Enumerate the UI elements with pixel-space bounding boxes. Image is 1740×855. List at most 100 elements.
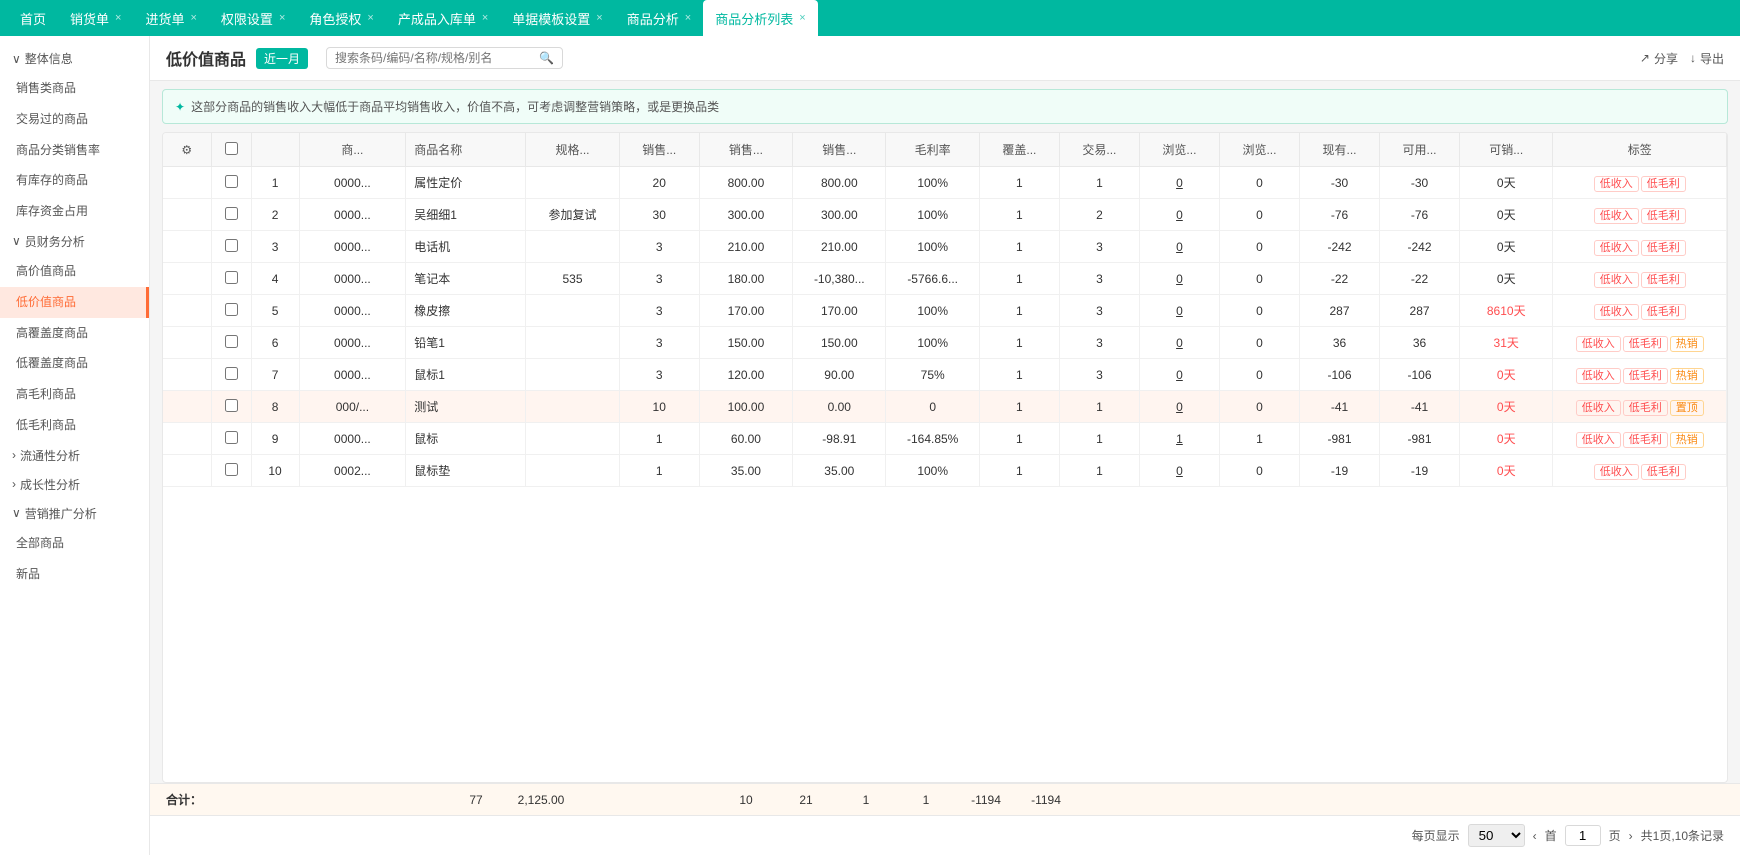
close-icon[interactable]: × [367, 12, 373, 24]
col-cover[interactable]: 覆盖... [979, 133, 1059, 167]
cell-check[interactable] [211, 327, 251, 359]
cell-check[interactable] [211, 455, 251, 487]
sidebar-item-new-goods[interactable]: 新品 [0, 559, 149, 590]
close-icon[interactable]: × [799, 12, 805, 24]
col-name[interactable]: 商品名称 [406, 133, 526, 167]
sidebar-item-high-value[interactable]: 高价值商品 [0, 256, 149, 287]
close-icon[interactable]: × [115, 12, 121, 24]
sidebar-item-low-coverage[interactable]: 低覆盖度商品 [0, 348, 149, 379]
page-input[interactable] [1565, 825, 1601, 846]
row-checkbox[interactable] [225, 399, 238, 412]
cell-browse1[interactable]: 0 [1139, 455, 1219, 487]
cell-browse1[interactable]: 0 [1139, 391, 1219, 423]
nav-role[interactable]: 角色授权 × [297, 0, 385, 36]
col-sale-price[interactable]: 销售... [699, 133, 792, 167]
cell-browse1[interactable]: 0 [1139, 327, 1219, 359]
cell-browse1[interactable]: 0 [1139, 295, 1219, 327]
sidebar-item-all-goods[interactable]: 全部商品 [0, 528, 149, 559]
browse-link[interactable]: 0 [1176, 304, 1183, 318]
nav-sale[interactable]: 销货单 × [58, 0, 133, 36]
col-avail[interactable]: 可用... [1380, 133, 1460, 167]
col-settings[interactable]: ⚙ [163, 133, 211, 167]
sidebar-item-stock-goods[interactable]: 有库存的商品 [0, 165, 149, 196]
nav-product-in[interactable]: 产成品入库单 × [386, 0, 500, 36]
close-icon[interactable]: × [685, 12, 691, 24]
cell-browse1[interactable]: 0 [1139, 199, 1219, 231]
per-page-select[interactable]: 50 100 200 [1468, 824, 1525, 847]
sidebar-item-low-margin[interactable]: 低毛利商品 [0, 410, 149, 441]
col-browse1[interactable]: 浏览... [1139, 133, 1219, 167]
cell-browse1[interactable]: 1 [1139, 423, 1219, 455]
close-icon[interactable]: × [596, 12, 602, 24]
sidebar-item-high-margin[interactable]: 高毛利商品 [0, 379, 149, 410]
sidebar-item-low-value[interactable]: 低价值商品 [0, 287, 149, 318]
nav-template[interactable]: 单据模板设置 × [500, 0, 614, 36]
search-input[interactable] [335, 51, 535, 65]
nav-permission[interactable]: 权限设置 × [209, 0, 297, 36]
row-checkbox[interactable] [225, 207, 238, 220]
share-button[interactable]: ↗ 分享 [1640, 50, 1678, 67]
browse-link[interactable]: 0 [1176, 272, 1183, 286]
cell-check[interactable] [211, 231, 251, 263]
check-all[interactable] [225, 142, 238, 155]
close-icon[interactable]: × [482, 12, 488, 24]
sidebar-item-traded-goods[interactable]: 交易过的商品 [0, 104, 149, 135]
export-button[interactable]: ↓ 导出 [1690, 50, 1724, 67]
browse-link[interactable]: 0 [1176, 208, 1183, 222]
browse-link[interactable]: 0 [1176, 336, 1183, 350]
browse-link[interactable]: 0 [1176, 400, 1183, 414]
cell-check[interactable] [211, 263, 251, 295]
close-icon[interactable]: × [279, 12, 285, 24]
browse-link[interactable]: 0 [1176, 368, 1183, 382]
sidebar-group-finance[interactable]: ∨ 员财务分析 [0, 227, 149, 256]
row-checkbox[interactable] [225, 367, 238, 380]
cell-check[interactable] [211, 199, 251, 231]
col-tag[interactable]: 标签 [1553, 133, 1727, 167]
browse-link[interactable]: 0 [1176, 240, 1183, 254]
col-sale-total[interactable]: 销售... [793, 133, 886, 167]
next-page-btn[interactable]: › [1629, 829, 1633, 843]
col-spec[interactable]: 规格... [526, 133, 619, 167]
col-sell[interactable]: 可销... [1460, 133, 1553, 167]
browse-link[interactable]: 0 [1176, 176, 1183, 190]
sidebar-item-capital[interactable]: 库存资金占用 [0, 196, 149, 227]
sidebar-group-marketing[interactable]: ∨ 营销推广分析 [0, 499, 149, 528]
cell-browse1[interactable]: 0 [1139, 359, 1219, 391]
col-code[interactable]: 商... [299, 133, 406, 167]
col-trade[interactable]: 交易... [1059, 133, 1139, 167]
sidebar-item-category-rate[interactable]: 商品分类销售率 [0, 135, 149, 166]
row-checkbox[interactable] [225, 335, 238, 348]
col-stock[interactable]: 现有... [1299, 133, 1379, 167]
sidebar-item-sales-goods[interactable]: 销售类商品 [0, 73, 149, 104]
cell-browse1[interactable]: 0 [1139, 167, 1219, 199]
sidebar-group-growth[interactable]: › 成长性分析 [0, 470, 149, 499]
nav-product-analysis[interactable]: 商品分析 × [615, 0, 703, 36]
cell-check[interactable] [211, 391, 251, 423]
row-checkbox[interactable] [225, 239, 238, 252]
row-checkbox[interactable] [225, 175, 238, 188]
col-margin[interactable]: 毛利率 [886, 133, 979, 167]
cell-browse1[interactable]: 0 [1139, 263, 1219, 295]
col-check[interactable] [211, 133, 251, 167]
cell-check[interactable] [211, 295, 251, 327]
sidebar-group-circulation[interactable]: › 流通性分析 [0, 441, 149, 470]
row-checkbox[interactable] [225, 303, 238, 316]
nav-home[interactable]: 首页 [8, 0, 58, 36]
row-checkbox[interactable] [225, 431, 238, 444]
cell-check[interactable] [211, 167, 251, 199]
cell-check[interactable] [211, 423, 251, 455]
search-icon[interactable]: 🔍 [539, 51, 554, 65]
nav-product-analysis-list[interactable]: 商品分析列表 × [703, 0, 817, 36]
browse-link[interactable]: 0 [1176, 464, 1183, 478]
nav-purchase[interactable]: 进货单 × [133, 0, 208, 36]
tag-recent[interactable]: 近一月 [256, 48, 308, 69]
sidebar-item-high-coverage[interactable]: 高覆盖度商品 [0, 318, 149, 349]
close-icon[interactable]: × [190, 12, 196, 24]
row-checkbox[interactable] [225, 463, 238, 476]
cell-browse1[interactable]: 0 [1139, 231, 1219, 263]
browse-link[interactable]: 1 [1176, 432, 1183, 446]
col-sale-count[interactable]: 销售... [619, 133, 699, 167]
cell-check[interactable] [211, 359, 251, 391]
row-checkbox[interactable] [225, 271, 238, 284]
col-browse2[interactable]: 浏览... [1219, 133, 1299, 167]
